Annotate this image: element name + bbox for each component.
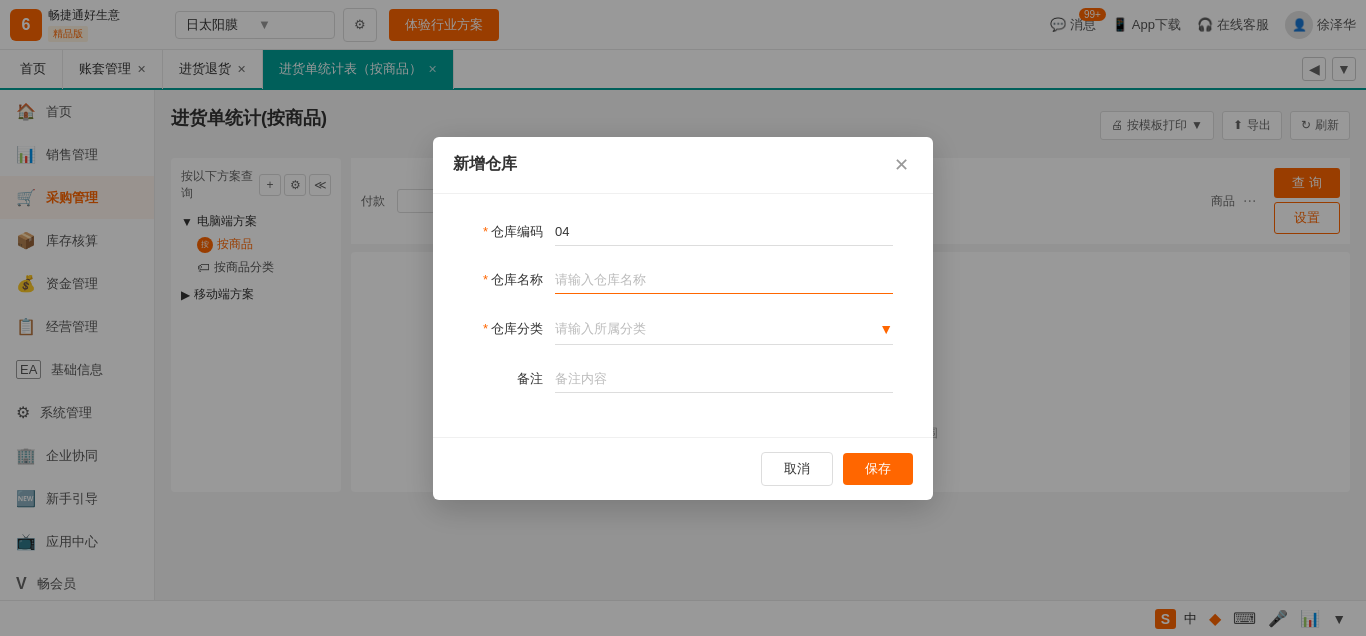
name-label: 仓库名称 (473, 271, 543, 289)
modal-close-button[interactable]: ✕ (889, 153, 913, 177)
modal-footer: 取消 保存 (433, 437, 933, 500)
form-row-name: 仓库名称 (473, 266, 893, 294)
category-select[interactable]: 请输入所属分类 ▼ (555, 314, 893, 345)
new-warehouse-modal: 新增仓库 ✕ 仓库编码 仓库名称 仓库分类 请输入所属分类 ▼ (433, 137, 933, 500)
code-label: 仓库编码 (473, 223, 543, 241)
category-dropdown-icon: ▼ (879, 321, 893, 337)
category-placeholder: 请输入所属分类 (555, 320, 646, 338)
cancel-button[interactable]: 取消 (761, 452, 833, 486)
modal-overlay[interactable]: 新增仓库 ✕ 仓库编码 仓库名称 仓库分类 请输入所属分类 ▼ (0, 0, 1366, 636)
form-row-code: 仓库编码 (473, 218, 893, 246)
form-row-category: 仓库分类 请输入所属分类 ▼ (473, 314, 893, 345)
code-input[interactable] (555, 218, 893, 246)
save-button[interactable]: 保存 (843, 453, 913, 485)
note-input[interactable] (555, 365, 893, 393)
category-label: 仓库分类 (473, 320, 543, 338)
modal-body: 仓库编码 仓库名称 仓库分类 请输入所属分类 ▼ 备注 (433, 194, 933, 437)
note-label: 备注 (473, 370, 543, 388)
name-input[interactable] (555, 266, 893, 294)
form-row-note: 备注 (473, 365, 893, 393)
modal-header: 新增仓库 ✕ (433, 137, 933, 194)
modal-title: 新增仓库 (453, 154, 517, 175)
